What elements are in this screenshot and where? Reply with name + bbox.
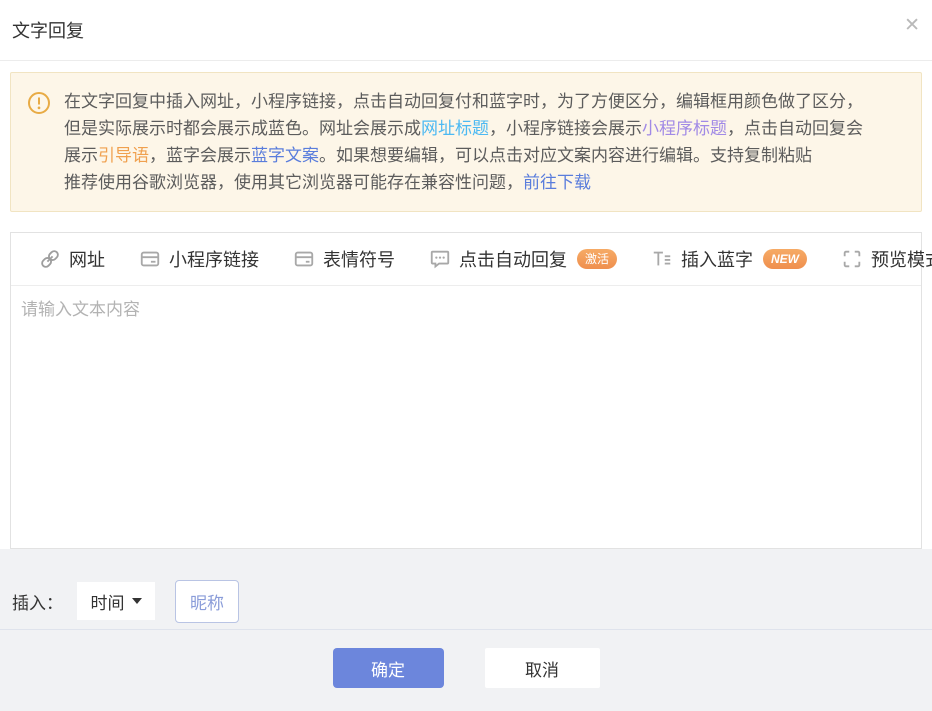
link-icon	[39, 248, 61, 270]
blue-text-token: 蓝字文案	[251, 146, 319, 165]
nickname-button[interactable]: 昵称	[175, 580, 239, 623]
notice-text-segment: 推荐使用谷歌浏览器，使用其它浏览器可能存在兼容性问题，	[64, 173, 523, 192]
page-title: 文字回复	[12, 17, 84, 43]
insert-bar: 插入： 时间 昵称	[0, 549, 932, 623]
cancel-button[interactable]: 取消	[485, 648, 600, 688]
miniprogram-card-icon	[139, 248, 161, 270]
auto-reply-label: 点击自动回复	[459, 246, 567, 272]
activated-badge: 激活	[577, 249, 617, 269]
time-dropdown[interactable]: 时间	[77, 582, 155, 620]
notice-text: 在文字回复中插入网址，小程序链接，点击自动回复付和蓝字时，为了方便区分，编辑框用…	[64, 88, 868, 196]
close-icon[interactable]: ✕	[902, 12, 922, 39]
url-button-label: 网址	[69, 246, 105, 272]
notice-text-segment: ，蓝字会展示	[149, 146, 251, 165]
new-badge: NEW	[763, 249, 807, 269]
guide-text-token: 引导语	[98, 146, 149, 165]
editor-toolbar: 网址 小程序链接	[11, 233, 921, 286]
reply-editor: 网址 小程序链接	[10, 232, 922, 549]
dialog-content: 在文字回复中插入网址，小程序链接，点击自动回复付和蓝字时，为了方便区分，编辑框用…	[0, 61, 932, 549]
notice-text-segment: ，小程序链接会展示	[489, 119, 642, 138]
warning-circle-icon	[27, 91, 51, 196]
preview-mode-button[interactable]: 预览模式	[841, 246, 932, 272]
confirm-button[interactable]: 确定	[333, 648, 444, 688]
chat-bubble-icon	[429, 248, 451, 270]
miniprogram-link-button[interactable]: 小程序链接	[139, 246, 259, 272]
insert-label: 插入：	[12, 589, 63, 614]
dialog-footer: 确定 取消	[0, 629, 932, 688]
emoji-icon	[293, 248, 315, 270]
reply-text-input[interactable]	[11, 286, 921, 548]
emoji-button[interactable]: 表情符号	[293, 246, 395, 272]
time-dropdown-value: 时间	[91, 589, 125, 614]
notice-text-segment: 。如果想要编辑，可以点击对应文案内容进行编辑。支持复制粘贴	[319, 146, 812, 165]
insert-blue-text-button[interactable]: 插入蓝字 NEW	[651, 246, 807, 272]
miniprogram-title-token: 小程序标题	[642, 119, 727, 138]
preview-frame-icon	[841, 248, 863, 270]
dialog-header: 文字回复 ✕	[0, 0, 932, 61]
download-link[interactable]: 前往下载	[523, 173, 591, 192]
emoji-button-label: 表情符号	[323, 246, 395, 272]
chevron-down-icon	[132, 598, 142, 604]
preview-mode-label: 预览模式	[871, 246, 932, 272]
auto-reply-button[interactable]: 点击自动回复 激活	[429, 246, 617, 272]
miniprogram-link-label: 小程序链接	[169, 246, 259, 272]
url-button[interactable]: 网址	[39, 246, 105, 272]
insert-blue-text-label: 插入蓝字	[681, 246, 753, 272]
text-reply-dialog: 文字回复 ✕ 在文字回复中插入网址，小程序链接，点击自动回复付和蓝字时，为了方便…	[0, 0, 932, 711]
text-lines-icon	[651, 248, 673, 270]
dialog-bottom: 插入： 时间 昵称 确定 取消	[0, 549, 932, 711]
url-title-token: 网址标题	[421, 119, 489, 138]
notice-banner: 在文字回复中插入网址，小程序链接，点击自动回复付和蓝字时，为了方便区分，编辑框用…	[10, 72, 922, 212]
